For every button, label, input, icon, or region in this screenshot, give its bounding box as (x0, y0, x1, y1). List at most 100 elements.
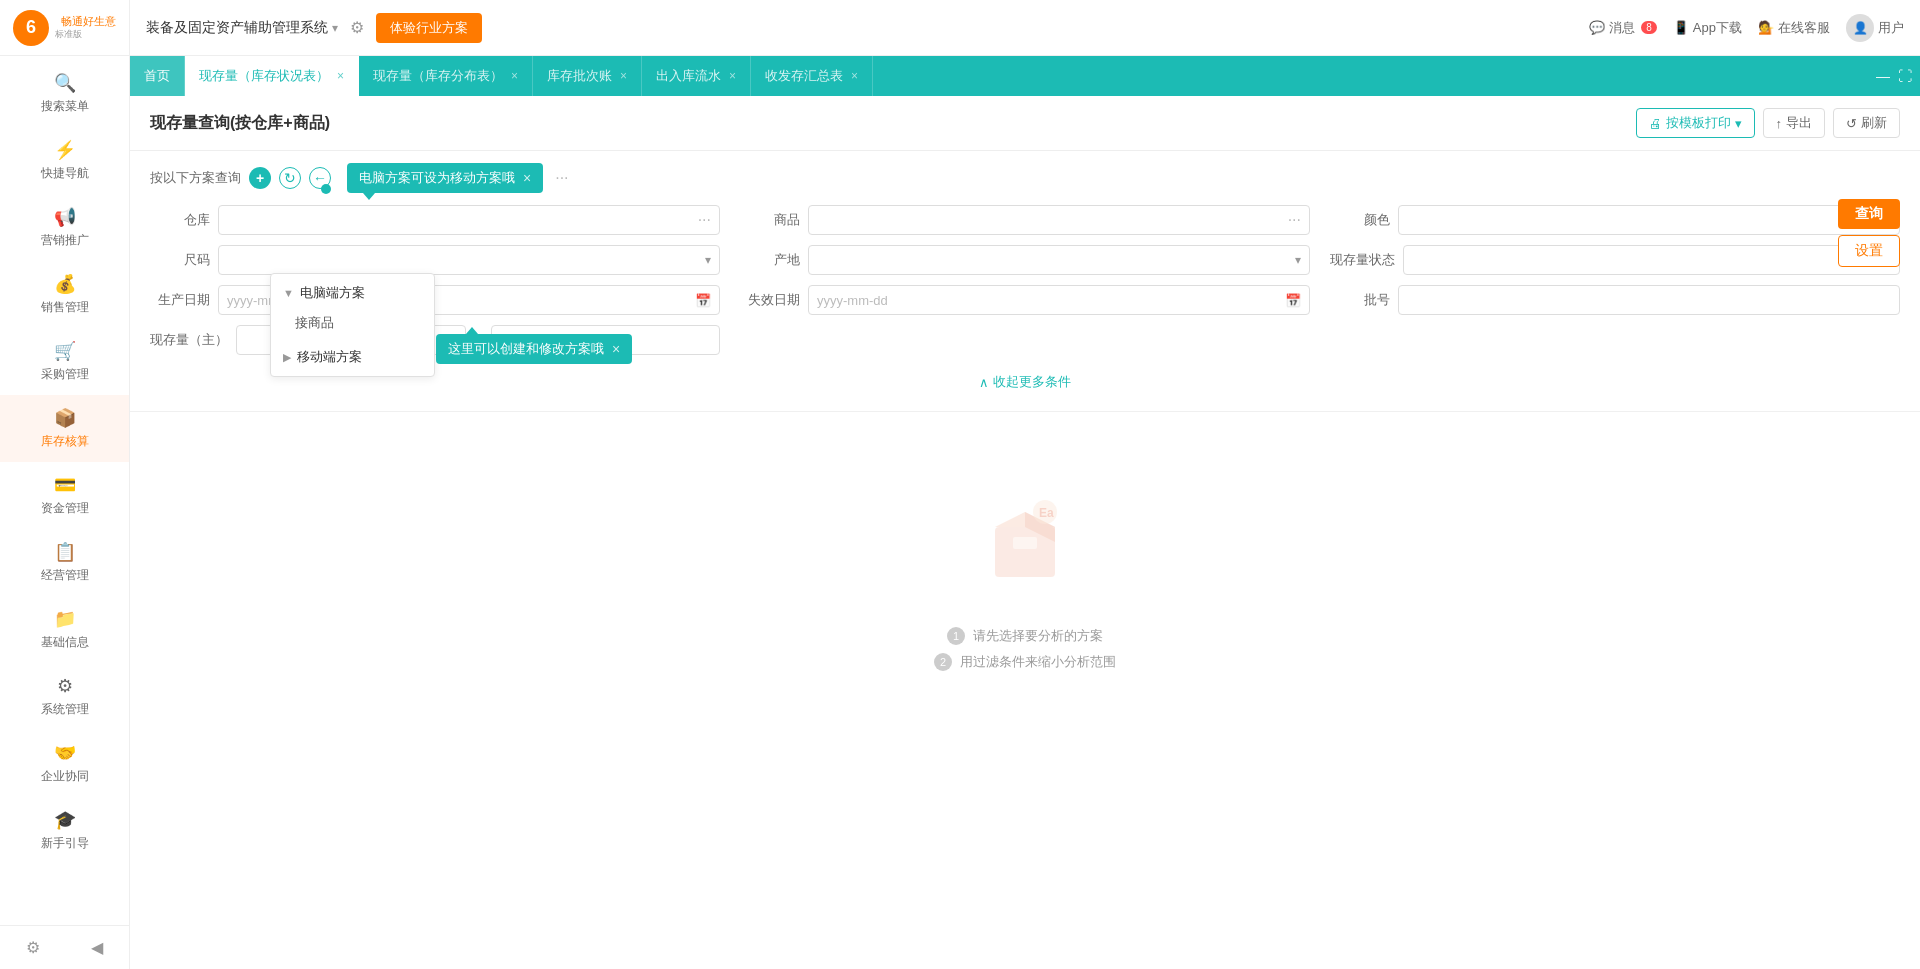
empty-illustration: Ea (975, 492, 1075, 611)
query-add-btn[interactable]: + (249, 167, 271, 189)
stock-status-select[interactable]: ▾ (1403, 245, 1900, 275)
inventory-icon: 📦 (54, 407, 76, 429)
sidebar-item-enterprise[interactable]: 🤝企业协同 (0, 730, 129, 797)
sidebar-item-finance[interactable]: 💳资金管理 (0, 462, 129, 529)
search-btn[interactable]: 查询 (1838, 199, 1900, 229)
sidebar-item-purchase[interactable]: 🛒采购管理 (0, 328, 129, 395)
tab-home-label: 首页 (144, 67, 170, 85)
tab-minimize-icon[interactable]: — (1876, 68, 1890, 84)
header-right: 💬 消息 8 📱 App下载 💁 在线客服 👤 用户 (1589, 14, 1904, 42)
refresh-btn[interactable]: ↺ 刷新 (1833, 108, 1900, 138)
page-header: 现存量查询(按仓库+商品) 🖨 按模板打印 ▾ ↑ 导出 ↺ 刷新 (130, 96, 1920, 151)
reset-btn[interactable]: 设置 (1838, 235, 1900, 267)
goods-select[interactable]: ··· (808, 205, 1310, 235)
query-refresh-btn[interactable]: ↻ (279, 167, 301, 189)
system-icon: ⚙ (57, 675, 73, 697)
top-header: 装备及固定资产辅助管理系统 ▾ ⚙ 体验行业方案 💬 消息 8 📱 App下载 … (130, 0, 1920, 56)
mobile-scheme-header[interactable]: ▶ 移动端方案 (271, 342, 434, 372)
finance-icon: 💳 (54, 474, 76, 496)
system-name-select[interactable]: 装备及固定资产辅助管理系统 ▾ (146, 19, 338, 37)
color-select[interactable]: ▾ (1398, 205, 1900, 235)
search-icon: 🔍 (54, 72, 76, 94)
print-btn[interactable]: 🖨 按模板打印 ▾ (1636, 108, 1755, 138)
tab-home[interactable]: 首页 (130, 56, 185, 96)
sales-icon: 💰 (54, 273, 76, 295)
pc-scheme-item[interactable]: 接商品 (271, 308, 434, 338)
print-icon: 🖨 (1649, 116, 1662, 131)
stock-main-filter: 现存量（主） — (150, 325, 720, 355)
pc-scheme-header[interactable]: ▼ 电脑端方案 (271, 278, 434, 308)
sidebar-item-nav[interactable]: ⚡快捷导航 (0, 127, 129, 194)
export-btn[interactable]: ↑ 导出 (1763, 108, 1826, 138)
settings-icon[interactable]: ⚙ (26, 938, 40, 957)
color-filter: 颜色 ▾ (1330, 205, 1900, 235)
sidebar-item-operation[interactable]: 📋经营管理 (0, 529, 129, 596)
tab-close-icon[interactable]: × (729, 69, 736, 83)
sidebar-item-basic[interactable]: 📁基础信息 (0, 596, 129, 663)
sidebar-item-label: 采购管理 (41, 366, 89, 383)
expire-calendar-icon: 📅 (1285, 293, 1301, 308)
warehouse-label: 仓库 (150, 211, 210, 229)
export-icon: ↑ (1776, 116, 1783, 131)
refresh-icon: ↺ (1846, 116, 1857, 131)
collapse-sidebar-icon[interactable]: ◀ (91, 938, 103, 957)
origin-select[interactable]: ▾ (808, 245, 1310, 275)
expire-date-input[interactable]: yyyy-mm-dd 📅 (808, 285, 1310, 315)
tab-in-out-flow-label: 出入库流水 (656, 67, 721, 85)
gear-icon[interactable]: ⚙ (350, 18, 364, 37)
sidebar-item-system[interactable]: ⚙ 系统管理 (0, 663, 129, 730)
tab-close-icon[interactable]: × (511, 69, 518, 83)
message-btn[interactable]: 💬 消息 8 (1589, 19, 1657, 37)
produce-date-label: 生产日期 (150, 291, 210, 309)
tab-actions: — ⛶ (1868, 68, 1920, 84)
size-label: 尺码 (150, 251, 210, 269)
user-menu[interactable]: 👤 用户 (1846, 14, 1904, 42)
warehouse-select[interactable]: ··· (218, 205, 720, 235)
industry-btn[interactable]: 体验行业方案 (376, 13, 482, 43)
goods-more-icon[interactable]: ··· (1288, 211, 1301, 229)
sidebar-item-label: 基础信息 (41, 634, 89, 651)
online-service-btn[interactable]: 💁 在线客服 (1758, 19, 1830, 37)
message-icon: 💬 (1589, 20, 1605, 35)
tab-in-out-flow[interactable]: 出入库流水 × (642, 56, 751, 96)
more-options-icon[interactable]: ··· (555, 169, 568, 187)
tooltip1-arrow (363, 193, 375, 200)
svg-rect-3 (1013, 537, 1037, 549)
batch-input[interactable] (1398, 285, 1900, 315)
warehouse-filter: 仓库 ··· (150, 205, 720, 235)
guide-icon: 🎓 (54, 809, 76, 831)
tab-receive-summary[interactable]: 收发存汇总表 × (751, 56, 873, 96)
message-badge: 8 (1641, 21, 1657, 34)
tab-close-icon[interactable]: × (851, 69, 858, 83)
empty-state: Ea 1 请先选择要分析的方案 2 用过滤条件来缩小分析范围 (130, 412, 1920, 751)
dropdown-arrow-icon: ▾ (1735, 116, 1742, 131)
sidebar-item-inventory[interactable]: 📦库存核算 (0, 395, 129, 462)
size-dropdown-icon: ▾ (705, 253, 711, 267)
size-filter: 尺码 ▾ (150, 245, 720, 275)
action-buttons: 查询 设置 (1838, 199, 1900, 267)
tab-expand-icon[interactable]: ⛶ (1898, 68, 1912, 84)
system-name: 装备及固定资产辅助管理系统 (146, 19, 328, 37)
sidebar-item-label: 企业协同 (41, 768, 89, 785)
size-select[interactable]: ▾ (218, 245, 720, 275)
sidebar-item-search[interactable]: 🔍搜索菜单 (0, 60, 129, 127)
tab-inventory-status[interactable]: 现存量（库存状况表） × (185, 56, 359, 96)
tooltip1-close-btn[interactable]: × (523, 170, 531, 186)
warehouse-more-icon[interactable]: ··· (698, 211, 711, 229)
service-label: 在线客服 (1778, 19, 1830, 37)
tab-close-icon[interactable]: × (337, 69, 344, 83)
scheme-edit-tooltip: 这里可以创建和修改方案哦 × (436, 334, 632, 364)
expire-date-filter: 失效日期 yyyy-mm-dd 📅 (740, 285, 1310, 315)
tooltip2-close-btn[interactable]: × (612, 341, 620, 357)
tab-inventory-dist[interactable]: 现存量（库存分布表） × (359, 56, 533, 96)
nav-icon: ⚡ (54, 139, 76, 161)
batch-label: 批号 (1330, 291, 1390, 309)
tab-batch-ledger[interactable]: 库存批次账 × (533, 56, 642, 96)
sidebar-item-sales[interactable]: 💰销售管理 (0, 261, 129, 328)
sidebar-item-label: 系统管理 (41, 701, 89, 718)
tab-close-icon[interactable]: × (620, 69, 627, 83)
app-download-btn[interactable]: 📱 App下载 (1673, 19, 1742, 37)
sidebar-item-guide[interactable]: 🎓 新手引导 (0, 797, 129, 864)
sidebar-item-marketing[interactable]: 📢营销推广 (0, 194, 129, 261)
sidebar-item-label: 新手引导 (41, 835, 89, 852)
